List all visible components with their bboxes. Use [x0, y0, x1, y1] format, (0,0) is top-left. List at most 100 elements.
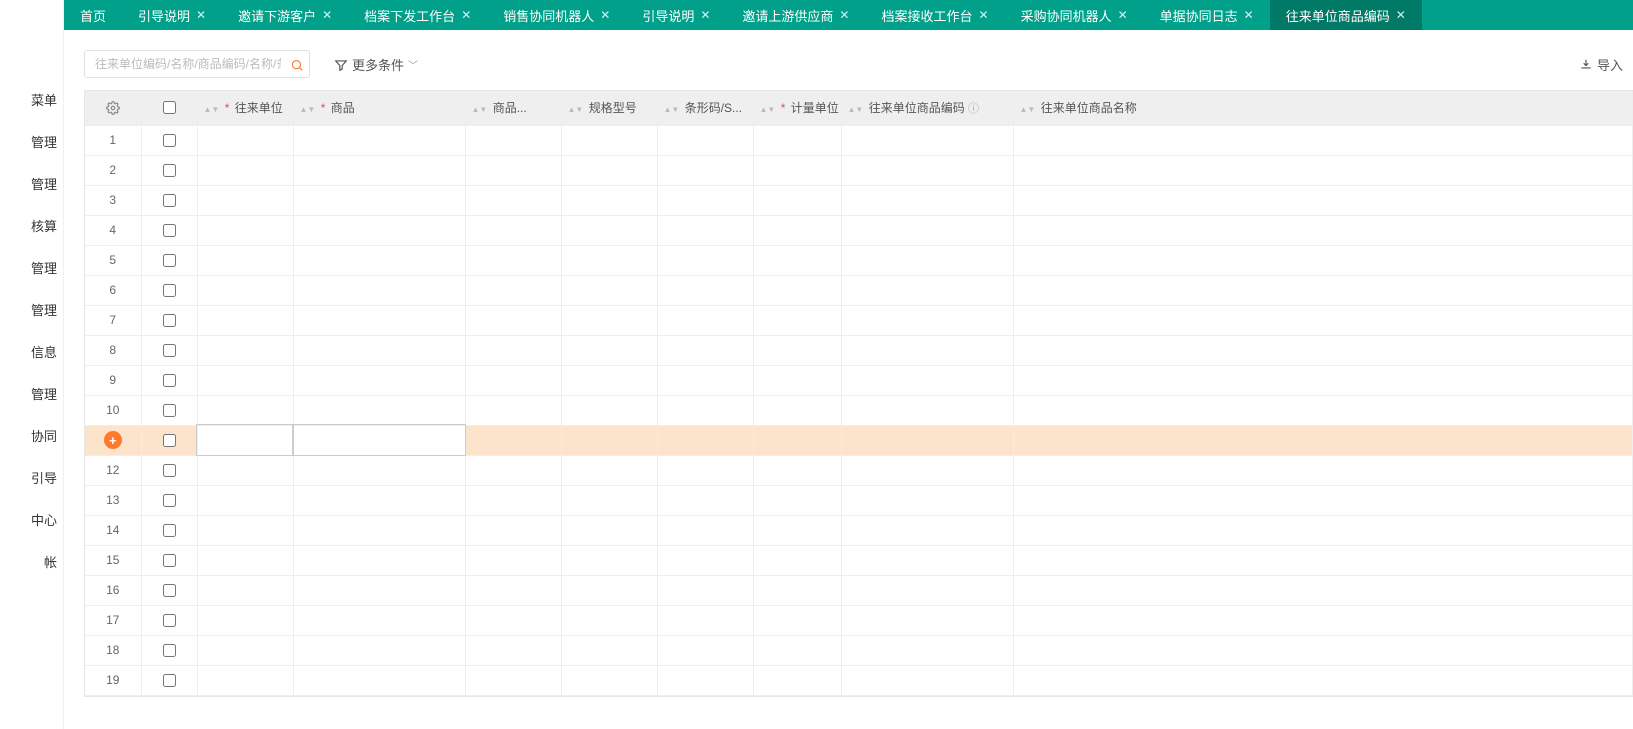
cell[interactable] [197, 185, 293, 215]
cell[interactable] [197, 635, 293, 665]
table-row[interactable]: 14 [85, 515, 1633, 545]
sidebar-item-8[interactable]: 协同 [0, 416, 63, 458]
cell[interactable] [841, 425, 1013, 455]
cell[interactable] [465, 155, 561, 185]
cell[interactable] [1013, 365, 1633, 395]
row-checkbox[interactable] [163, 584, 176, 597]
cell[interactable] [561, 665, 657, 695]
cell[interactable] [465, 215, 561, 245]
row-checkbox[interactable] [163, 374, 176, 387]
cell[interactable] [293, 455, 465, 485]
tab-首页[interactable]: 首页 [64, 0, 122, 30]
cell[interactable] [197, 665, 293, 695]
cell[interactable] [293, 605, 465, 635]
search-input[interactable] [84, 50, 310, 78]
cell[interactable] [753, 185, 841, 215]
cell[interactable] [1013, 185, 1633, 215]
cell[interactable] [561, 635, 657, 665]
row-checkbox[interactable] [163, 344, 176, 357]
cell[interactable] [561, 485, 657, 515]
cell[interactable] [197, 155, 293, 185]
cell[interactable] [293, 485, 465, 515]
cell[interactable] [293, 575, 465, 605]
cell[interactable] [1013, 545, 1633, 575]
cell[interactable] [841, 245, 1013, 275]
close-icon[interactable]: ✕ [196, 8, 206, 22]
cell[interactable] [197, 245, 293, 275]
cell[interactable] [1013, 305, 1633, 335]
row-checkbox[interactable] [163, 224, 176, 237]
row-checkbox[interactable] [163, 314, 176, 327]
column-settings[interactable] [85, 91, 141, 125]
cell[interactable] [293, 395, 465, 425]
cell[interactable] [197, 575, 293, 605]
cell[interactable] [753, 635, 841, 665]
table-row[interactable]: 18 [85, 635, 1633, 665]
sidebar-item-4[interactable]: 管理 [0, 248, 63, 290]
cell[interactable] [657, 395, 753, 425]
table-row[interactable]: 8 [85, 335, 1633, 365]
cell[interactable] [561, 335, 657, 365]
column-unit[interactable]: ▲▼ * 计量单位 [753, 91, 841, 125]
cell[interactable] [465, 245, 561, 275]
cell[interactable] [465, 455, 561, 485]
cell[interactable] [657, 485, 753, 515]
cell[interactable] [657, 605, 753, 635]
cell[interactable] [657, 155, 753, 185]
row-checkbox[interactable] [163, 164, 176, 177]
cell[interactable] [197, 335, 293, 365]
cell[interactable] [465, 545, 561, 575]
close-icon[interactable]: ✕ [461, 8, 471, 22]
cell[interactable] [753, 305, 841, 335]
cell[interactable] [293, 275, 465, 305]
cell[interactable] [753, 515, 841, 545]
cell[interactable] [197, 485, 293, 515]
cell[interactable] [841, 455, 1013, 485]
cell[interactable] [197, 305, 293, 335]
cell[interactable] [465, 185, 561, 215]
cell[interactable] [197, 455, 293, 485]
close-icon[interactable]: ✕ [700, 8, 710, 22]
cell[interactable] [561, 155, 657, 185]
cell[interactable] [1013, 245, 1633, 275]
cell[interactable] [657, 425, 753, 455]
row-checkbox[interactable] [163, 194, 176, 207]
cell[interactable] [657, 365, 753, 395]
cell[interactable] [753, 575, 841, 605]
cell[interactable] [465, 275, 561, 305]
cell[interactable] [1013, 455, 1633, 485]
cell[interactable] [1013, 275, 1633, 305]
close-icon[interactable]: ✕ [322, 8, 332, 22]
row-checkbox[interactable] [163, 254, 176, 267]
cell[interactable] [293, 545, 465, 575]
sidebar-item-9[interactable]: 引导 [0, 458, 63, 500]
cell[interactable] [841, 365, 1013, 395]
cell[interactable] [657, 335, 753, 365]
tab-引导说明[interactable]: 引导说明✕ [122, 0, 222, 30]
table-row[interactable]: 9 [85, 365, 1633, 395]
cell[interactable] [293, 305, 465, 335]
cell[interactable] [841, 275, 1013, 305]
cell[interactable] [465, 635, 561, 665]
cell[interactable] [841, 515, 1013, 545]
cell[interactable] [561, 455, 657, 485]
cell[interactable] [465, 665, 561, 695]
cell[interactable] [197, 395, 293, 425]
cell[interactable] [197, 365, 293, 395]
cell[interactable] [753, 485, 841, 515]
cell[interactable] [753, 425, 841, 455]
cell[interactable] [293, 125, 465, 155]
cell[interactable] [561, 425, 657, 455]
cell[interactable] [1013, 335, 1633, 365]
sidebar-item-6[interactable]: 信息 [0, 332, 63, 374]
cell[interactable] [657, 215, 753, 245]
cell[interactable] [657, 275, 753, 305]
cell[interactable] [841, 575, 1013, 605]
cell[interactable] [465, 125, 561, 155]
cell[interactable] [293, 335, 465, 365]
cell[interactable] [561, 575, 657, 605]
cell[interactable] [561, 275, 657, 305]
column-partner-name[interactable]: ▲▼ 往来单位商品名称 [1013, 91, 1633, 125]
cell[interactable] [465, 515, 561, 545]
cell[interactable] [841, 395, 1013, 425]
